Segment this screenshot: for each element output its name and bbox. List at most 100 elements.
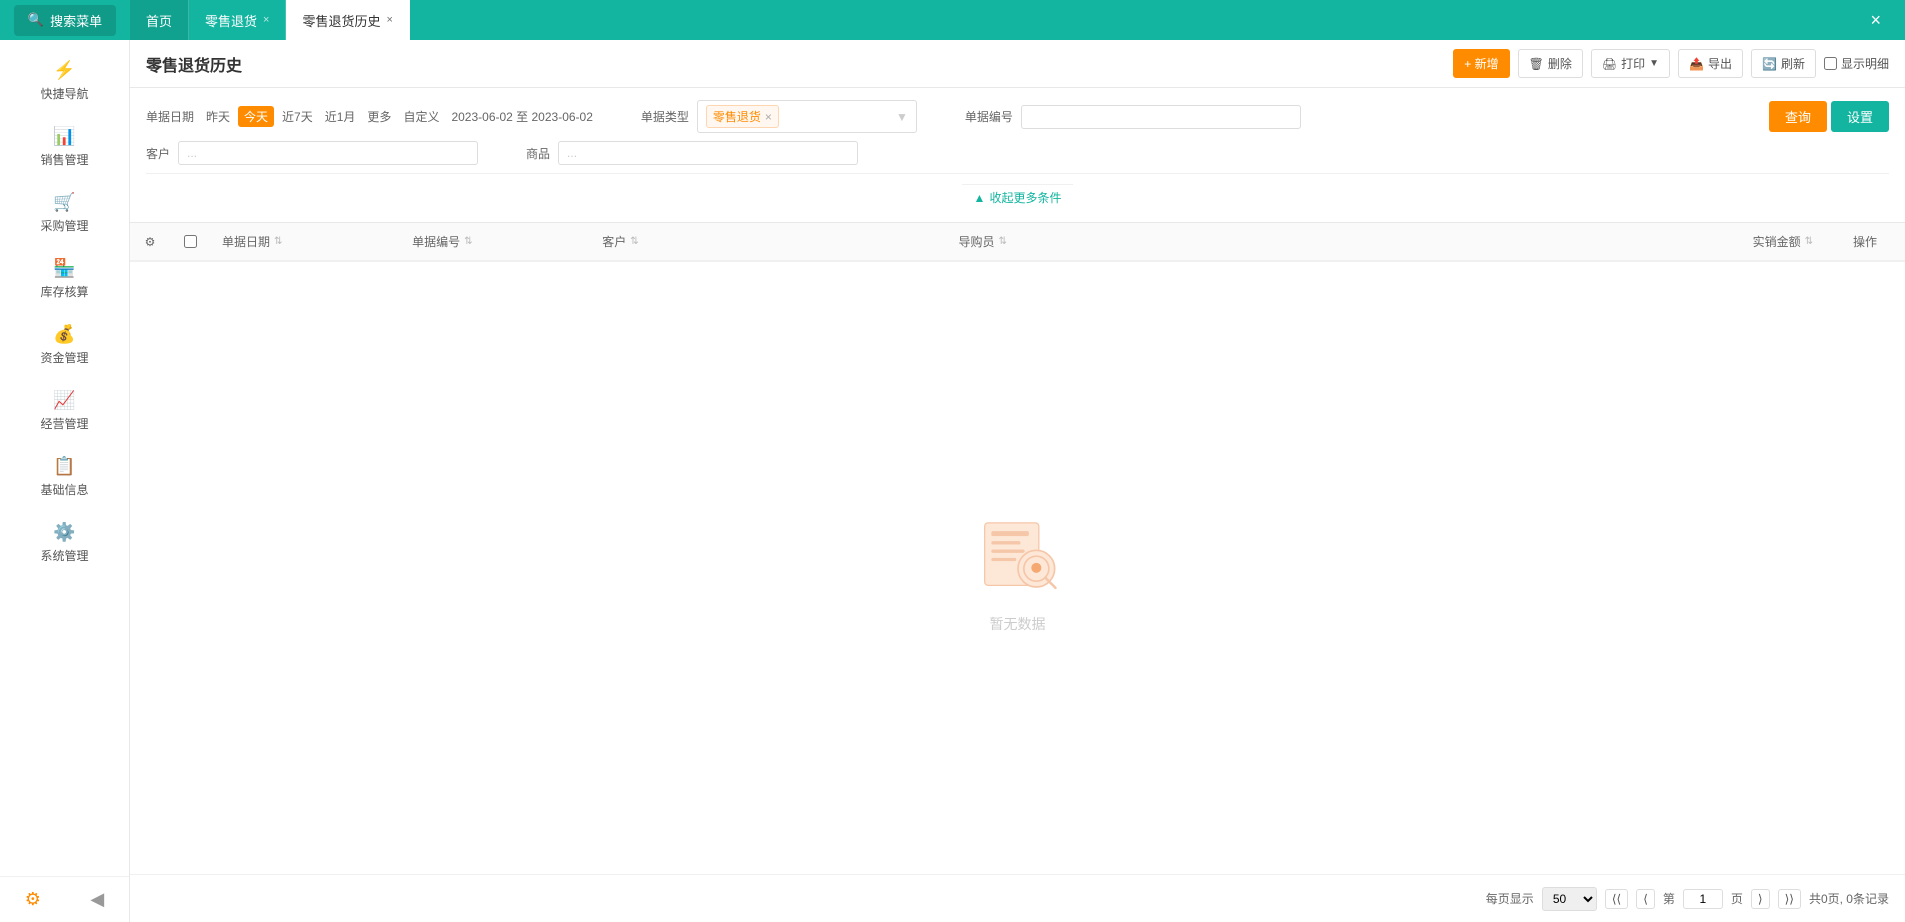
goods-filter: 商品 ... bbox=[526, 141, 858, 165]
th-ops: 操作 bbox=[1825, 223, 1905, 260]
shortcut-7days[interactable]: 近7天 bbox=[278, 107, 317, 126]
delete-button[interactable]: 🗑 删除 bbox=[1518, 49, 1583, 78]
date-shortcuts: 昨天 今天 近7天 近1月 更多 自定义 bbox=[202, 106, 443, 127]
tab-retail-return-label: 零售退货 bbox=[205, 11, 257, 30]
sidebar-item-operations[interactable]: 📈 经营管理 bbox=[0, 378, 129, 444]
next-page-button[interactable]: ⟩ bbox=[1751, 889, 1770, 909]
shortcut-custom[interactable]: 自定义 bbox=[399, 107, 443, 126]
page-label: 第 bbox=[1663, 890, 1675, 907]
goods-placeholder: ... bbox=[567, 146, 577, 160]
sidebar-item-basic-info[interactable]: 📋 基础信息 bbox=[0, 444, 129, 510]
export-button-label: 导出 bbox=[1708, 55, 1732, 72]
sidebar-collapse-button[interactable]: ◀ bbox=[90, 889, 104, 910]
tab-retail-return-close[interactable]: × bbox=[263, 14, 269, 26]
sidebar-item-inventory-label: 库存核算 bbox=[40, 283, 88, 300]
show-detail-label: 显示明细 bbox=[1841, 55, 1889, 72]
sidebar-item-sales-mgmt[interactable]: 📊 销售管理 bbox=[0, 114, 129, 180]
guide-sort-icon: ⇅ bbox=[998, 237, 1006, 247]
th-amount[interactable]: 实销金额 ⇅ bbox=[1137, 223, 1825, 260]
top-bar-right: × bbox=[1862, 0, 1905, 40]
page-header: 零售退货历史 + 新增 🗑 删除 🖨 打印 ▼ 📤 导出 bbox=[130, 40, 1905, 88]
tab-retail-return-history[interactable]: 零售退货历史 × bbox=[286, 0, 409, 40]
sidebar-footer: ⚙ ◀ bbox=[0, 876, 129, 922]
close-app-button[interactable]: × bbox=[1862, 10, 1889, 31]
sales-icon: 📊 bbox=[53, 126, 75, 147]
bill-type-tag-close[interactable]: × bbox=[765, 110, 772, 124]
prev-page-button[interactable]: ⟨ bbox=[1636, 889, 1655, 909]
sidebar-item-purchase-mgmt[interactable]: 🛒 采购管理 bbox=[0, 180, 129, 246]
th-checkbox[interactable] bbox=[170, 225, 210, 258]
th-guide[interactable]: 导购员 ⇅ bbox=[946, 223, 1136, 260]
customer-sort-icon: ⇅ bbox=[630, 237, 638, 247]
sidebar-item-quick-nav-label: 快捷导航 bbox=[40, 85, 88, 102]
query-button[interactable]: 查询 bbox=[1769, 101, 1827, 132]
search-menu-button[interactable]: 🔍 搜索菜单 bbox=[14, 5, 116, 36]
customer-placeholder: ... bbox=[187, 146, 197, 160]
bill-no-sort-icon: ⇅ bbox=[464, 237, 472, 247]
setup-button[interactable]: 设置 bbox=[1831, 101, 1889, 132]
tab-retail-return-history-label: 零售退货历史 bbox=[302, 11, 380, 30]
date-sort-icon: ⇅ bbox=[274, 237, 282, 247]
tab-retail-return[interactable]: 零售退货 × bbox=[189, 0, 286, 40]
bill-no-input[interactable] bbox=[1021, 105, 1301, 129]
refresh-button-label: 刷新 bbox=[1781, 55, 1805, 72]
th-amount-label: 实销金额 bbox=[1753, 233, 1801, 250]
shortcut-today[interactable]: 今天 bbox=[238, 106, 274, 127]
basic-info-icon: 📋 bbox=[53, 456, 75, 477]
tabs-area: 首页 零售退货 × 零售退货历史 × bbox=[130, 0, 1862, 40]
export-button[interactable]: 📤 导出 bbox=[1678, 49, 1743, 78]
sidebar-settings-button[interactable]: ⚙ bbox=[25, 889, 41, 910]
empty-text: 暂无数据 bbox=[990, 614, 1046, 634]
customer-select[interactable]: ... bbox=[178, 141, 478, 165]
bill-type-select[interactable]: 零售退货 × ▼ bbox=[697, 100, 917, 133]
sidebar-item-quick-nav[interactable]: ⚡ 快捷导航 bbox=[0, 48, 129, 114]
table-settings-icon[interactable]: ⚙ bbox=[145, 235, 156, 249]
empty-state: 暂无数据 bbox=[130, 262, 1905, 874]
tab-retail-return-history-close[interactable]: × bbox=[386, 14, 392, 26]
sidebar-item-inventory[interactable]: 🏪 库存核算 bbox=[0, 246, 129, 312]
new-button[interactable]: + 新增 bbox=[1453, 49, 1509, 78]
shortcut-more[interactable]: 更多 bbox=[363, 107, 395, 126]
refresh-button[interactable]: 🔄 刷新 bbox=[1751, 49, 1816, 78]
first-page-button[interactable]: ⟨⟨ bbox=[1605, 889, 1628, 909]
shortcut-1month[interactable]: 近1月 bbox=[321, 107, 360, 126]
last-page-button[interactable]: ⟩⟩ bbox=[1778, 889, 1801, 909]
tab-home-label: 首页 bbox=[146, 11, 172, 30]
show-detail-checkbox-label[interactable]: 显示明细 bbox=[1824, 55, 1889, 72]
page-title: 零售退货历史 bbox=[146, 52, 242, 76]
collapse-up-icon: ▲ bbox=[974, 191, 986, 205]
page-number-input[interactable] bbox=[1683, 889, 1723, 909]
delete-icon: 🗑 bbox=[1529, 57, 1544, 71]
sidebar-item-system-label: 系统管理 bbox=[40, 547, 88, 564]
select-all-checkbox[interactable] bbox=[184, 235, 197, 248]
sidebar-item-system-mgmt[interactable]: ⚙️ 系统管理 bbox=[0, 510, 129, 576]
goods-select[interactable]: ... bbox=[558, 141, 858, 165]
finance-icon: 💰 bbox=[53, 324, 75, 345]
sidebar-item-finance[interactable]: 💰 资金管理 bbox=[0, 312, 129, 378]
shortcut-yesterday[interactable]: 昨天 bbox=[202, 107, 234, 126]
query-buttons: 查询 设置 bbox=[1769, 101, 1889, 132]
th-date-label: 单据日期 bbox=[222, 233, 270, 250]
search-menu-label: 搜索菜单 bbox=[50, 11, 102, 30]
collapse-button[interactable]: ▲ 收起更多条件 bbox=[962, 184, 1074, 210]
filter-area: 单据日期 昨天 今天 近7天 近1月 更多 自定义 2023-06-02 至 2… bbox=[130, 88, 1905, 223]
date-range-display: 2023-06-02 至 2023-06-02 bbox=[451, 108, 592, 125]
refresh-icon: 🔄 bbox=[1762, 57, 1777, 71]
th-bill-no[interactable]: 单据编号 ⇅ bbox=[400, 223, 590, 260]
collapse-label: 收起更多条件 bbox=[989, 189, 1061, 206]
show-detail-checkbox[interactable] bbox=[1824, 57, 1837, 70]
th-date[interactable]: 单据日期 ⇅ bbox=[210, 223, 400, 260]
th-settings[interactable]: ⚙ bbox=[130, 225, 170, 259]
date-filter-label: 单据日期 bbox=[146, 108, 194, 125]
print-icon: 🖨 bbox=[1602, 57, 1617, 71]
purchase-icon: 🛒 bbox=[53, 192, 75, 213]
page-unit: 页 bbox=[1731, 890, 1743, 907]
bill-no-filter: 单据编号 bbox=[965, 105, 1301, 129]
th-customer[interactable]: 客户 ⇅ bbox=[590, 223, 946, 260]
tab-home[interactable]: 首页 bbox=[130, 0, 189, 40]
header-actions: + 新增 🗑 删除 🖨 打印 ▼ 📤 导出 🔄 刷新 bbox=[1453, 49, 1889, 78]
page-size-select[interactable]: 50 20 100 bbox=[1542, 887, 1597, 911]
quick-nav-icon: ⚡ bbox=[53, 60, 75, 81]
print-button[interactable]: 🖨 打印 ▼ bbox=[1591, 49, 1670, 78]
operations-icon: 📈 bbox=[53, 390, 75, 411]
